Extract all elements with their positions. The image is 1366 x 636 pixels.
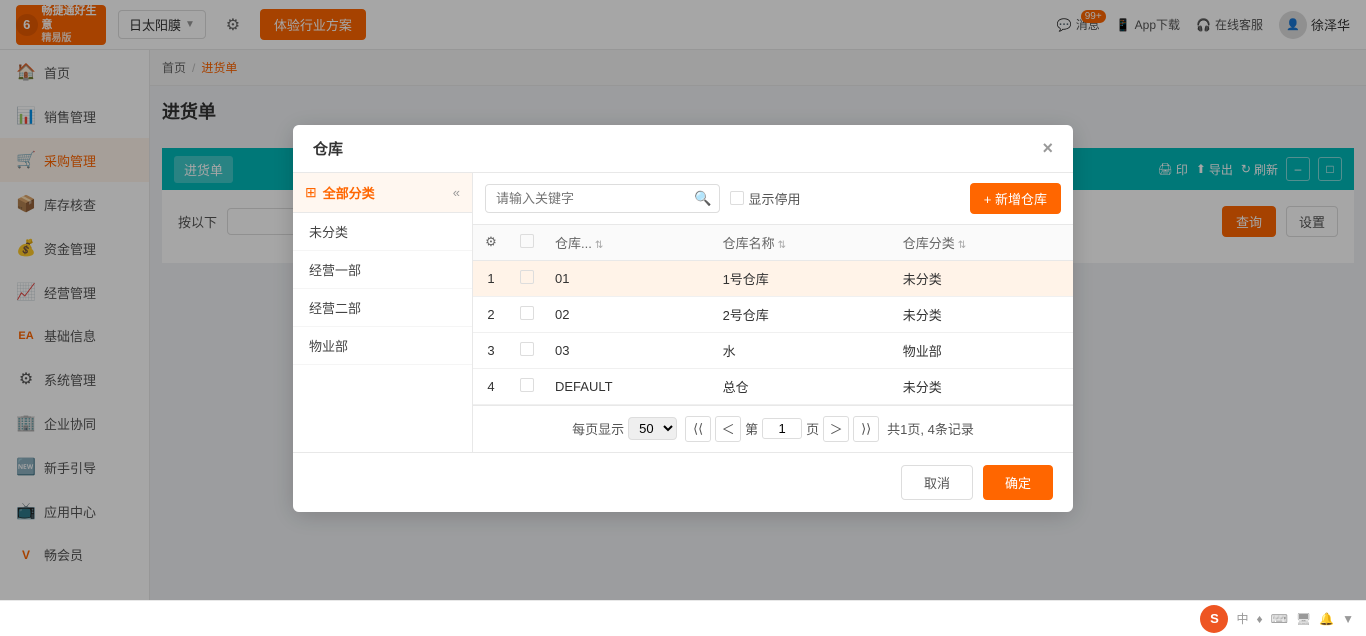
table-row[interactable]: 4 DEFAULT 总仓 未分类: [473, 368, 1073, 404]
per-page-label: 每页显示: [572, 419, 624, 438]
table-row[interactable]: 3 03 水 物业部: [473, 332, 1073, 368]
warehouse-table: ⚙ 仓库...⇅ 仓库名称⇅: [473, 225, 1073, 405]
row-checkbox[interactable]: [509, 368, 545, 404]
gear-col-icon: ⚙: [485, 234, 497, 249]
row-name: 总仓: [713, 368, 893, 404]
row-name: 水: [713, 332, 893, 368]
row-category: 未分类: [893, 368, 1073, 404]
col-category: 仓库分类⇅: [893, 225, 1073, 261]
grid-icon: ⊞: [305, 184, 317, 201]
col-checkbox: [509, 225, 545, 261]
row-checkbox[interactable]: [509, 296, 545, 332]
category-panel: ⊞ 全部分类 « 未分类 经营一部 经营二部 物业部: [293, 173, 473, 452]
modal-header: 仓库 ×: [293, 125, 1073, 173]
table-header-row: ⚙ 仓库...⇅ 仓库名称⇅: [473, 225, 1073, 261]
status-icon-1: 中: [1236, 610, 1248, 627]
row-checkbox[interactable]: [509, 260, 545, 296]
category-list: 未分类 经营一部 经营二部 物业部: [293, 213, 472, 452]
row-category: 未分类: [893, 296, 1073, 332]
pagination: 每页显示 50 ⟨⟨ ＜ 第 页 ＞ ⟩⟩ 共1页, 4条记录: [473, 405, 1073, 452]
cat-item-property[interactable]: 物业部: [293, 327, 472, 365]
s5-logo: S: [1200, 605, 1228, 633]
cat-item-uncategorized[interactable]: 未分类: [293, 213, 472, 251]
table-row[interactable]: 2 02 2号仓库 未分类: [473, 296, 1073, 332]
row-num: 4: [473, 368, 509, 404]
page-nav: ⟨⟨ ＜ 第 页 ＞ ⟩⟩: [685, 416, 879, 442]
row-num: 2: [473, 296, 509, 332]
row-code: 03: [545, 332, 713, 368]
category-header[interactable]: ⊞ 全部分类 «: [293, 173, 472, 213]
status-icon-5: 🔔: [1319, 612, 1334, 626]
row-code: DEFAULT: [545, 368, 713, 404]
row-category: 未分类: [893, 260, 1073, 296]
table-toolbar: 🔍 显示停用 + 新增仓库: [473, 173, 1073, 225]
select-all-checkbox[interactable]: [520, 234, 534, 248]
search-input[interactable]: [486, 186, 686, 211]
table-row[interactable]: 1 01 1号仓库 未分类: [473, 260, 1073, 296]
last-page-button[interactable]: ⟩⟩: [853, 416, 879, 442]
next-page-button[interactable]: ＞: [823, 416, 849, 442]
row-category: 物业部: [893, 332, 1073, 368]
table-scroll-area: ⚙ 仓库...⇅ 仓库名称⇅: [473, 225, 1073, 405]
row-num: 3: [473, 332, 509, 368]
status-icon-4: 🖥: [1296, 612, 1311, 626]
show-disabled-checkbox[interactable]: [730, 191, 744, 205]
status-icon-6: ▼: [1342, 612, 1354, 626]
col-gear: ⚙: [473, 225, 509, 261]
cat-item-operation1[interactable]: 经营一部: [293, 251, 472, 289]
category-title: 全部分类: [323, 183, 375, 202]
modal-body: ⊞ 全部分类 « 未分类 经营一部 经营二部 物业部 🔍: [293, 173, 1073, 452]
table-panel: 🔍 显示停用 + 新增仓库 ⚙: [473, 173, 1073, 452]
table-body: 1 01 1号仓库 未分类 2 02 2号仓库 未分类 3 03 水 物业部 4…: [473, 260, 1073, 404]
collapse-icon[interactable]: «: [453, 185, 460, 200]
show-disabled-label[interactable]: 显示停用: [730, 189, 800, 208]
search-box: 🔍: [485, 184, 720, 213]
col-name: 仓库名称⇅: [713, 225, 893, 261]
row-code: 01: [545, 260, 713, 296]
status-icon-3: ⌨: [1271, 612, 1288, 626]
per-page-select[interactable]: 50: [628, 417, 677, 440]
row-checkbox[interactable]: [509, 332, 545, 368]
page-number-input[interactable]: [762, 418, 802, 439]
row-code: 02: [545, 296, 713, 332]
per-page-selector: 每页显示 50: [572, 417, 677, 440]
confirm-button[interactable]: 确定: [983, 465, 1053, 500]
status-icon-2: ♦: [1256, 612, 1262, 626]
sort-category-icon: ⇅: [958, 240, 966, 251]
first-page-button[interactable]: ⟨⟨: [685, 416, 711, 442]
prev-page-button[interactable]: ＜: [715, 416, 741, 442]
row-num: 1: [473, 260, 509, 296]
add-warehouse-button[interactable]: + 新增仓库: [970, 183, 1061, 214]
page-suffix: 页: [806, 419, 819, 438]
search-button[interactable]: 🔍: [686, 185, 719, 212]
cat-item-operation2[interactable]: 经营二部: [293, 289, 472, 327]
modal-title: 仓库: [313, 138, 343, 159]
warehouse-modal: 仓库 × ⊞ 全部分类 « 未分类 经营一部 经营二部 物业部: [293, 125, 1073, 512]
sort-code-icon: ⇅: [595, 240, 603, 251]
col-code: 仓库...⇅: [545, 225, 713, 261]
total-records: 共1页, 4条记录: [887, 419, 974, 438]
row-name: 1号仓库: [713, 260, 893, 296]
modal-backdrop: 仓库 × ⊞ 全部分类 « 未分类 经营一部 经营二部 物业部: [0, 0, 1366, 636]
row-name: 2号仓库: [713, 296, 893, 332]
statusbar: S 中 ♦ ⌨ 🖥 🔔 ▼: [0, 600, 1366, 636]
page-label: 第: [745, 419, 758, 438]
close-button[interactable]: ×: [1042, 138, 1053, 159]
cancel-button[interactable]: 取消: [901, 465, 973, 500]
modal-footer: 取消 确定: [293, 452, 1073, 512]
sort-name-icon: ⇅: [778, 240, 786, 251]
